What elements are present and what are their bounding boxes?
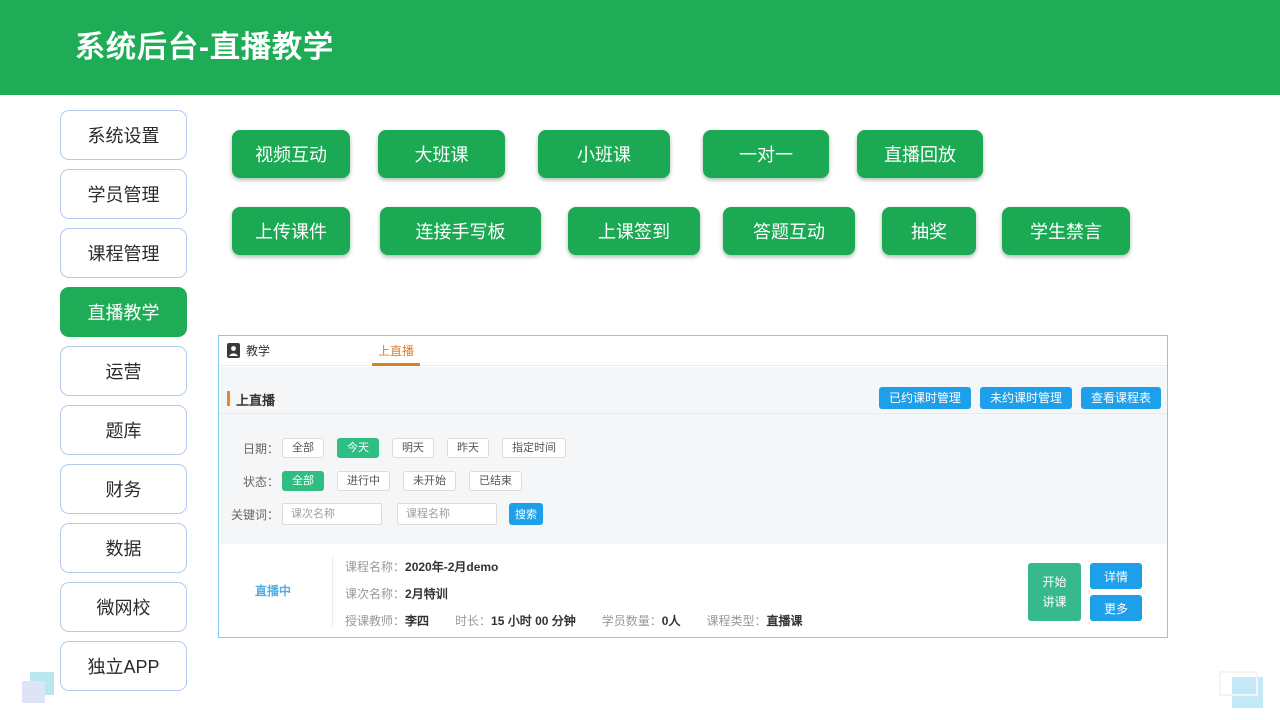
teaching-app-icon xyxy=(227,343,240,358)
status-option-all[interactable]: 全部 xyxy=(282,471,324,491)
course-name-input[interactable] xyxy=(397,503,497,525)
course-type-field: 课程类型： 直播课 xyxy=(706,612,802,629)
lesson-name-label: 课次名称： xyxy=(345,585,405,602)
search-button[interactable]: 搜索 xyxy=(509,503,543,525)
date-filter-label: 日期： xyxy=(219,440,279,457)
section-header-row: 上直播 已约课时管理 未约课时管理 查看课程表 xyxy=(219,383,1167,413)
keyword-filter-label: 关键词： xyxy=(219,506,279,523)
feature-live-replay[interactable]: 直播回放 xyxy=(857,130,983,178)
date-option-custom[interactable]: 指定时间 xyxy=(502,438,566,458)
teacher-value: 李四 xyxy=(405,612,429,629)
status-filter-options: 全部 进行中 未开始 已结束 xyxy=(282,471,522,491)
panel-tabbar: 教学 上直播 xyxy=(219,336,1167,366)
teacher-field: 授课教师： 李四 xyxy=(345,612,429,629)
session-meta-line: 授课教师： 李四 时长： 15 小时 00 分钟 学员数量： 0人 课程类型： … xyxy=(345,612,828,629)
decor-square-lavender xyxy=(22,681,45,703)
detail-button[interactable]: 详情 xyxy=(1090,563,1142,589)
sidebar-item-system-settings[interactable]: 系统设置 xyxy=(60,110,187,160)
lesson-name-value: 2月特训 xyxy=(405,585,448,602)
tab-go-live[interactable]: 上直播 xyxy=(369,336,423,366)
status-option-in-progress[interactable]: 进行中 xyxy=(337,471,390,491)
feature-video-interaction[interactable]: 视频互动 xyxy=(232,130,350,178)
unbooked-hours-button[interactable]: 未约课时管理 xyxy=(980,387,1072,409)
section-separator xyxy=(219,413,1167,414)
feature-quiz-interaction[interactable]: 答题互动 xyxy=(723,207,855,255)
course-type-value: 直播课 xyxy=(766,612,802,629)
feature-class-checkin[interactable]: 上课签到 xyxy=(568,207,700,255)
row-divider xyxy=(332,556,333,627)
status-option-not-started[interactable]: 未开始 xyxy=(403,471,456,491)
sidebar-item-finance[interactable]: 财务 xyxy=(60,464,187,514)
section-title: 上直播 xyxy=(236,390,275,409)
decor-square-outline xyxy=(1219,671,1258,696)
status-option-ended[interactable]: 已结束 xyxy=(469,471,522,491)
feature-upload-courseware[interactable]: 上传课件 xyxy=(232,207,350,255)
lesson-name-input[interactable] xyxy=(282,503,382,525)
teacher-label: 授课教师： xyxy=(345,612,405,629)
sidebar-item-operations[interactable]: 运营 xyxy=(60,346,187,396)
keyword-filter-row: 关键词： 搜索 xyxy=(219,503,543,525)
feature-one-on-one[interactable]: 一对一 xyxy=(703,130,829,178)
duration-label: 时长： xyxy=(455,612,491,629)
students-field: 学员数量： 0人 xyxy=(602,612,681,629)
booked-hours-button[interactable]: 已约课时管理 xyxy=(879,387,971,409)
feature-small-class[interactable]: 小班课 xyxy=(538,130,670,178)
duration-field: 时长： 15 小时 00 分钟 xyxy=(455,612,576,629)
course-name-line: 课程名称： 2020年-2月demo xyxy=(345,558,498,575)
duration-value: 15 小时 00 分钟 xyxy=(491,612,576,629)
feature-lucky-draw[interactable]: 抽奖 xyxy=(882,207,976,255)
live-status-badge: 直播中 xyxy=(255,582,291,599)
sidebar-item-course-mgmt[interactable]: 课程管理 xyxy=(60,228,187,278)
page-title: 系统后台-直播教学 xyxy=(75,0,334,95)
lesson-name-line: 课次名称： 2月特训 xyxy=(345,585,448,602)
view-schedule-button[interactable]: 查看课程表 xyxy=(1081,387,1161,409)
date-option-yesterday[interactable]: 昨天 xyxy=(447,438,489,458)
date-option-all[interactable]: 全部 xyxy=(282,438,324,458)
sidebar-item-question-bank[interactable]: 题库 xyxy=(60,405,187,455)
course-name-value: 2020年-2月demo xyxy=(405,558,498,575)
sidebar-item-data[interactable]: 数据 xyxy=(60,523,187,573)
page-header: 系统后台-直播教学 xyxy=(0,0,1280,95)
start-teaching-button[interactable]: 开始讲课 xyxy=(1028,563,1081,621)
feature-large-class[interactable]: 大班课 xyxy=(378,130,505,178)
course-name-label: 课程名称： xyxy=(345,558,405,575)
feature-mute-students[interactable]: 学生禁言 xyxy=(1002,207,1130,255)
sidebar-item-micro-school[interactable]: 微网校 xyxy=(60,582,187,632)
feature-connect-tablet[interactable]: 连接手写板 xyxy=(380,207,541,255)
students-value: 0人 xyxy=(662,612,681,629)
date-option-today[interactable]: 今天 xyxy=(337,438,379,458)
date-filter-options: 全部 今天 明天 昨天 指定时间 xyxy=(282,438,566,458)
sidebar-item-student-mgmt[interactable]: 学员管理 xyxy=(60,169,187,219)
course-type-label: 课程类型： xyxy=(706,612,766,629)
sidebar-item-live-teaching[interactable]: 直播教学 xyxy=(60,287,187,337)
more-button[interactable]: 更多 xyxy=(1090,595,1142,621)
section-accent-bar xyxy=(227,391,230,406)
date-filter-row: 日期： 全部 今天 明天 昨天 指定时间 xyxy=(219,438,566,458)
panel-app-label: 教学 xyxy=(246,342,270,359)
section-actions: 已约课时管理 未约课时管理 查看课程表 xyxy=(879,387,1161,409)
status-filter-row: 状态： 全部 进行中 未开始 已结束 xyxy=(219,471,522,491)
date-option-tomorrow[interactable]: 明天 xyxy=(392,438,434,458)
live-session-row: 直播中 课程名称： 2020年-2月demo 课次名称： 2月特训 授课教师： … xyxy=(219,544,1167,637)
sidebar-item-standalone-app[interactable]: 独立APP xyxy=(60,641,187,691)
admin-panel: 教学 上直播 上直播 已约课时管理 未约课时管理 查看课程表 日期： 全部 今天… xyxy=(218,335,1168,638)
tab-active-underline xyxy=(372,363,420,366)
students-label: 学员数量： xyxy=(602,612,662,629)
status-filter-label: 状态： xyxy=(219,473,279,490)
